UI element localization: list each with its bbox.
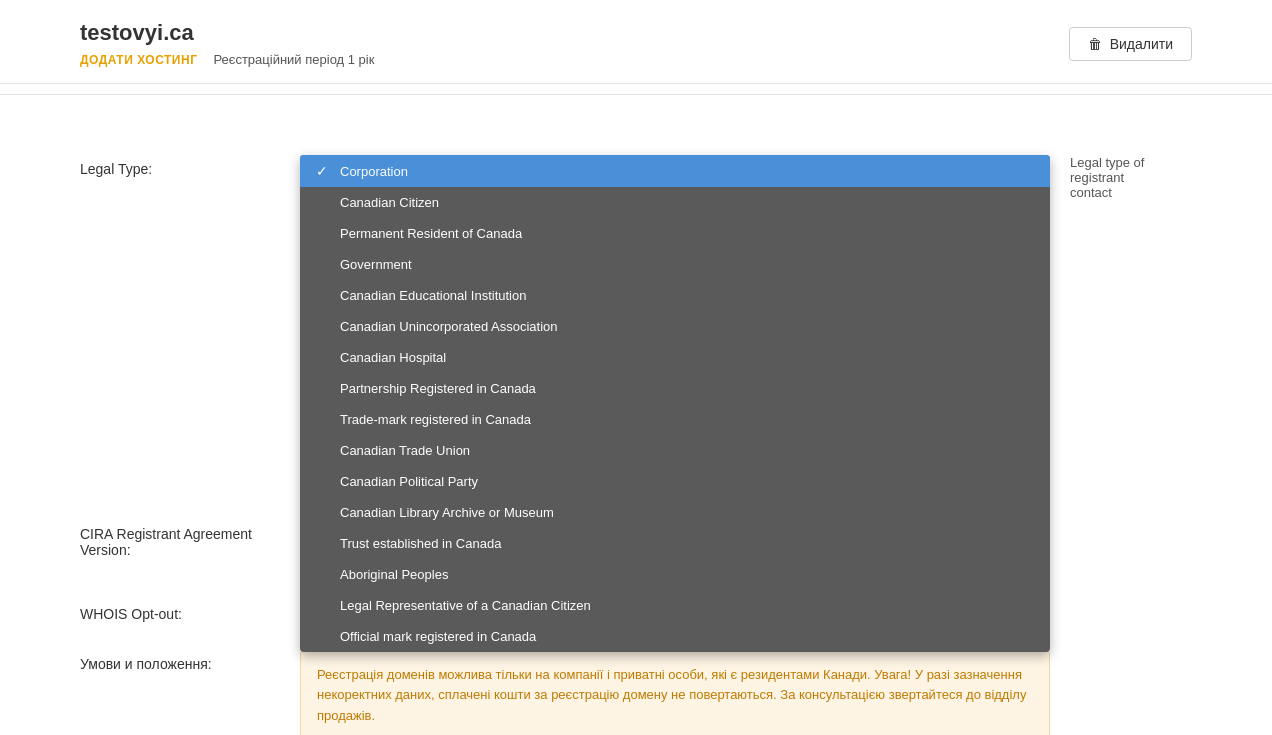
dropdown-menu: ✓ Corporation Canadian Citizen Permanent Re… [300, 155, 1050, 652]
whois-label: WHOIS Opt-out: [80, 602, 300, 622]
dropdown-item-label: Legal Representative of a Canadian Citiz… [340, 598, 591, 613]
dropdown-item[interactable]: Canadian Library Archive or Museum [300, 497, 1050, 528]
dropdown-item[interactable]: Partnership Registered in Canada [300, 373, 1050, 404]
dropdown-item-label: Canadian Citizen [340, 195, 439, 210]
dropdown-item[interactable]: Canadian Trade Union [300, 435, 1050, 466]
dropdown-item[interactable]: Trust established in Canada [300, 528, 1050, 559]
dropdown-item[interactable]: Official mark registered in Canada [300, 621, 1050, 652]
dropdown-item-label: Partnership Registered in Canada [340, 381, 536, 396]
check-icon: ✓ [316, 163, 332, 179]
reg-period: Реєстраційний період 1 рік [213, 52, 374, 67]
dropdown-item-label: Government [340, 257, 412, 272]
dropdown-item[interactable]: Aboriginal Peoples [300, 559, 1050, 590]
site-title: testovyi.ca [80, 20, 374, 46]
add-hosting-link[interactable]: ДОДАТИ ХОСТИНГ [80, 53, 197, 67]
terms-box: Реєстрація доменів можлива тільки на ком… [300, 650, 1050, 736]
dropdown-item-label: Permanent Resident of Canada [340, 226, 522, 241]
dropdown-item[interactable]: Government [300, 249, 1050, 280]
trash-icon: 🗑 [1088, 36, 1102, 52]
dropdown-item[interactable]: Canadian Political Party [300, 466, 1050, 497]
dropdown-item-label: Canadian Library Archive or Museum [340, 505, 554, 520]
dropdown-item[interactable]: ✓ Corporation [300, 155, 1050, 187]
terms-label: Умови и положення: [80, 650, 300, 672]
dropdown-item[interactable]: Canadian Hospital [300, 342, 1050, 373]
dropdown-item[interactable]: Trade-mark registered in Canada [300, 404, 1050, 435]
dropdown-item[interactable]: Canadian Educational Institution [300, 280, 1050, 311]
dropdown-item[interactable]: Canadian Unincorporated Association [300, 311, 1050, 342]
delete-button[interactable]: 🗑 Видалити [1069, 27, 1192, 61]
dropdown-item[interactable]: Legal Representative of a Canadian Citiz… [300, 590, 1050, 621]
dropdown-item-label: Canadian Unincorporated Association [340, 319, 558, 334]
dropdown-item[interactable]: Canadian Citizen [300, 187, 1050, 218]
dropdown-item-label: Canadian Hospital [340, 350, 446, 365]
cira-label: CIRA Registrant Agreement Version: [80, 520, 300, 558]
legal-type-hint: Legal type of registrant contact [1070, 155, 1192, 200]
dropdown-item-label: Canadian Political Party [340, 474, 478, 489]
dropdown-item-label: Official mark registered in Canada [340, 629, 536, 644]
delete-button-label: Видалити [1110, 36, 1173, 52]
dropdown-item[interactable]: Permanent Resident of Canada [300, 218, 1050, 249]
dropdown-item-label: Trade-mark registered in Canada [340, 412, 531, 427]
legal-type-label: Legal Type: [80, 155, 300, 177]
dropdown-item-label: Corporation [340, 164, 408, 179]
dropdown-item-label: Canadian Trade Union [340, 443, 470, 458]
dropdown-item-label: Aboriginal Peoples [340, 567, 448, 582]
dropdown-item-label: Canadian Educational Institution [340, 288, 526, 303]
dropdown-item-label: Trust established in Canada [340, 536, 501, 551]
